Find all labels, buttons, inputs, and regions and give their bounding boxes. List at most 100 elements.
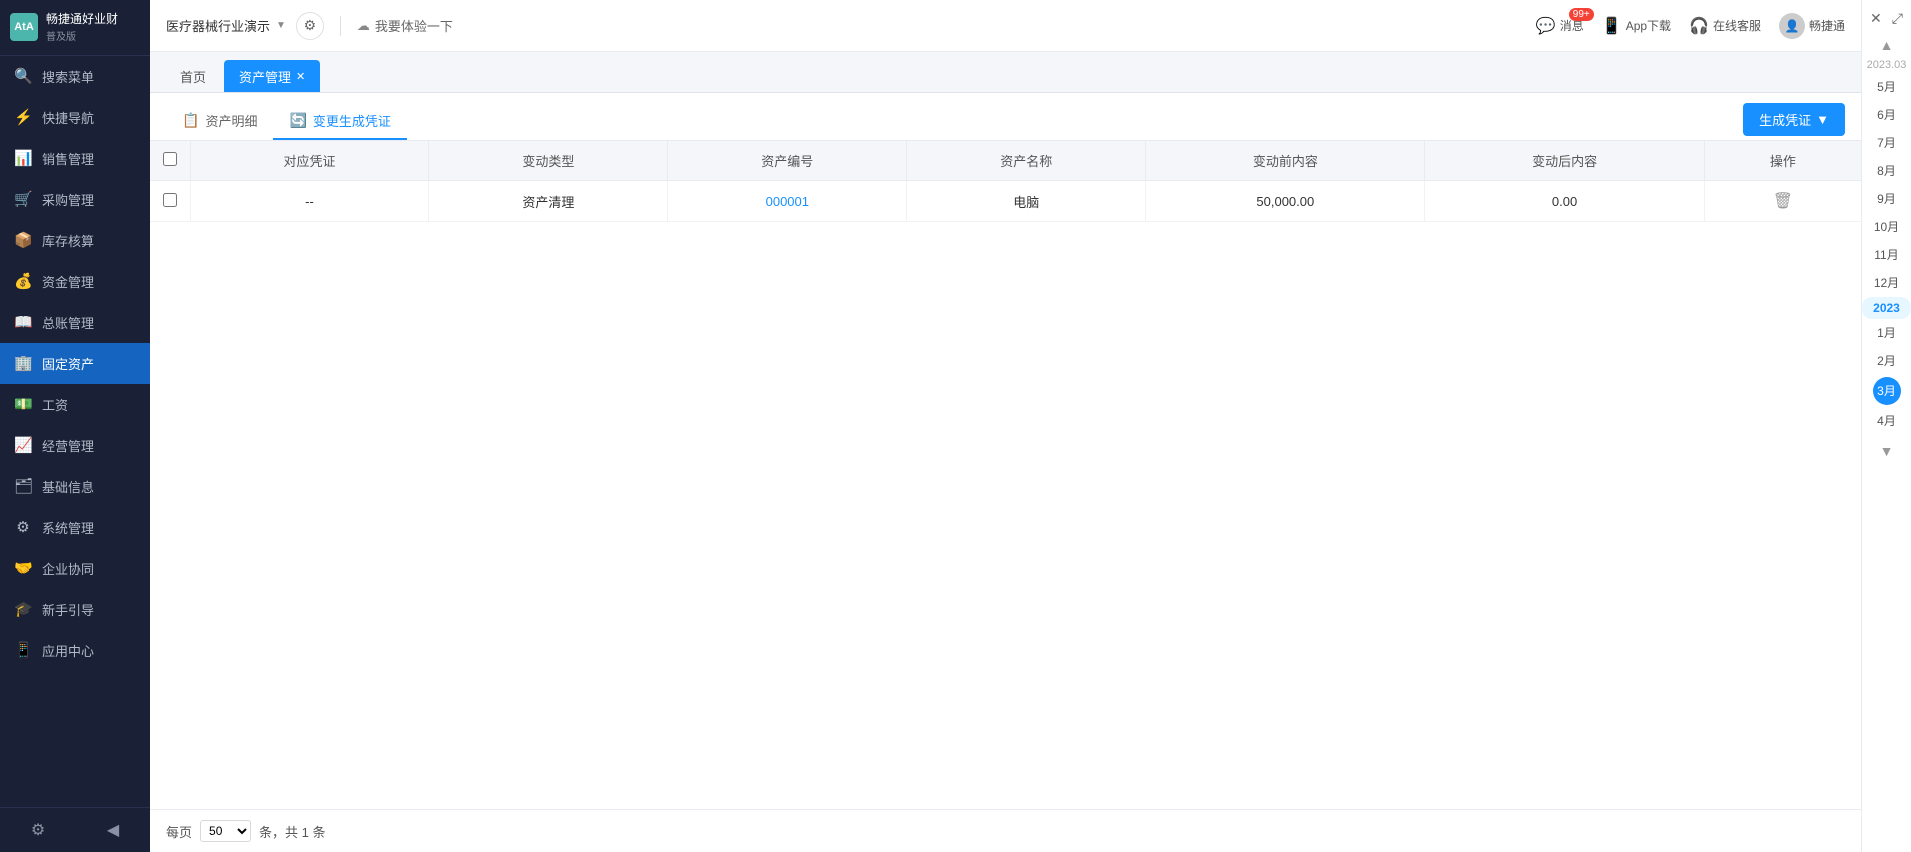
experience-link[interactable]: ☁ 我要体验一下 — [357, 16, 453, 35]
col-operation: 操作 — [1704, 141, 1861, 181]
col-before-change: 变动前内容 — [1146, 141, 1425, 181]
sidebar-item-fixed-assets[interactable]: 🏢固定资产 — [0, 343, 150, 384]
month-1[interactable]: 1月 — [1862, 319, 1911, 347]
tab-home[interactable]: 首页 — [166, 61, 220, 92]
online-service-btn[interactable]: 🎧 在线客服 — [1689, 16, 1761, 36]
month-4[interactable]: 4月 — [1862, 407, 1911, 435]
month-list: ▲ 2023.03 5月 6月 7月 8月 9月 10月 11月 12月 202… — [1862, 33, 1911, 852]
sidebar-item-purchase[interactable]: 🛒 采购管理 — [0, 179, 150, 220]
company-dropdown-icon: ▼ — [276, 20, 286, 31]
generate-voucher-btn[interactable]: 生成凭证 ▼ — [1743, 103, 1845, 136]
month-12[interactable]: 12月 — [1862, 269, 1911, 297]
sub-tabs: 📋 资产明细 🔄 变更生成凭证 — [150, 93, 1861, 141]
table-body: -- 资产清理 000001 电脑 50,000.00 0.00 🗑 — [150, 181, 1861, 222]
month-10[interactable]: 10月 — [1862, 213, 1911, 241]
sidebar-label-payroll: 工资 — [42, 395, 68, 414]
select-all-checkbox[interactable] — [163, 152, 177, 166]
collab-icon: 🤝 — [14, 559, 32, 577]
delete-icon[interactable]: 🗑 — [1773, 193, 1793, 210]
tab-home-label: 首页 — [180, 70, 206, 85]
topbar-settings-btn[interactable]: ⚙ — [296, 12, 324, 40]
sub-tab-asset-detail[interactable]: 📋 资产明细 — [166, 103, 273, 140]
action-area: 生成凭证 ▼ — [1743, 103, 1845, 136]
sidebar-item-finance[interactable]: 💰资金管理 — [0, 261, 150, 302]
sidebar-item-management[interactable]: 📈经营管理 — [0, 425, 150, 466]
scroll-down-arrow[interactable]: ▼ — [1876, 439, 1898, 463]
content-area: 📋 资产明细 🔄 变更生成凭证 生成凭证 ▼ — [150, 93, 1861, 852]
row-asset-code: 000001 — [668, 181, 907, 222]
month-7[interactable]: 7月 — [1862, 129, 1911, 157]
topbar: 医疗器械行业演示 ▼ ⚙ ☁ 我要体验一下 💬 消息 99+ 📱 App下载 🎧… — [150, 0, 1861, 52]
logo-name: 畅捷通好业财 — [46, 12, 118, 28]
tab-close-icon[interactable]: ✕ — [296, 70, 305, 83]
sidebar-item-payroll[interactable]: 💵工资 — [0, 384, 150, 425]
sidebar-label-fixed-assets: 固定资产 — [42, 354, 94, 373]
sidebar-item-app-center[interactable]: 📱应用中心 — [0, 630, 150, 671]
generate-voucher-label: 生成凭证 — [1759, 110, 1811, 129]
sidebar-item-basic-info[interactable]: 🗂基础信息 — [0, 466, 150, 507]
sidebar-label-search: 搜索菜单 — [42, 67, 94, 86]
rp-expand-icon[interactable]: ⤢ — [1890, 8, 1905, 29]
per-page-label: 每页 — [166, 822, 192, 841]
message-btn[interactable]: 💬 消息 99+ — [1536, 16, 1584, 36]
month-8[interactable]: 8月 — [1862, 157, 1911, 185]
change-voucher-label: 变更生成凭证 — [313, 111, 391, 130]
experience-label: 我要体验一下 — [375, 16, 453, 35]
month-9[interactable]: 9月 — [1862, 185, 1911, 213]
per-page-select[interactable]: 10 20 50 100 — [200, 820, 251, 842]
sub-tab-change-voucher[interactable]: 🔄 变更生成凭证 — [273, 103, 406, 140]
row-change-type: 资产清理 — [429, 181, 668, 222]
month-2[interactable]: 2月 — [1862, 347, 1911, 375]
sidebar-label-collab: 企业协同 — [42, 559, 94, 578]
system-icon: ⚙ — [14, 518, 32, 536]
sidebar-label-sales: 销售管理 — [42, 149, 94, 168]
app-download-btn[interactable]: 📱 App下载 — [1602, 16, 1671, 36]
row-checkbox-cell — [150, 181, 190, 222]
company-selector[interactable]: 医疗器械行业演示 ▼ — [166, 16, 286, 35]
topbar-divider — [340, 16, 341, 36]
logo-sub: 普及版 — [46, 28, 118, 43]
online-service-icon: 🎧 — [1689, 16, 1709, 36]
scroll-up-arrow[interactable]: ▲ — [1876, 33, 1898, 57]
tab-asset-mgmt-label: 资产管理 — [239, 67, 291, 86]
basic-info-icon: 🗂 — [14, 477, 32, 495]
rp-close-icon[interactable]: ✕ — [1868, 8, 1884, 29]
col-asset-name: 资产名称 — [907, 141, 1146, 181]
sidebar-collapse-icon[interactable]: ◀ — [99, 816, 127, 844]
sidebar-bottom: ⚙ ◀ — [0, 807, 150, 852]
right-panel: ✕ ⤢ ▲ 2023.03 5月 6月 7月 8月 9月 10月 11月 12月… — [1861, 0, 1911, 852]
asset-detail-icon: 📋 — [182, 112, 199, 129]
row-before-change: 50,000.00 — [1146, 181, 1425, 222]
online-service-label: 在线客服 — [1713, 17, 1761, 34]
col-checkbox — [150, 141, 190, 181]
month-6[interactable]: 6月 — [1862, 101, 1911, 129]
user-menu[interactable]: 👤 畅捷通 — [1779, 13, 1845, 39]
col-asset-code: 资产编号 — [668, 141, 907, 181]
tabs-bar: 首页 资产管理 ✕ — [150, 52, 1861, 93]
sidebar-item-system[interactable]: ⚙系统管理 — [0, 507, 150, 548]
sidebar-settings-icon[interactable]: ⚙ — [23, 816, 53, 844]
sidebar-label-quick-nav: 快捷导航 — [42, 108, 94, 127]
year-2023: 2023 — [1862, 297, 1911, 319]
month-3-current[interactable]: 3月 — [1873, 377, 1901, 405]
row-voucher: -- — [190, 181, 429, 222]
sidebar-label-purchase: 采购管理 — [42, 190, 94, 209]
tab-asset-mgmt[interactable]: 资产管理 ✕ — [224, 60, 320, 92]
row-checkbox[interactable] — [163, 193, 177, 207]
month-5[interactable]: 5月 — [1862, 73, 1911, 101]
sidebar-item-quick-nav[interactable]: ⚡快捷导航 — [0, 97, 150, 138]
purchase-icon: 🛒 — [14, 190, 32, 208]
experience-icon: ☁ — [357, 18, 370, 34]
month-11[interactable]: 11月 — [1862, 241, 1911, 269]
sidebar-item-inventory[interactable]: 📦库存核算 — [0, 220, 150, 261]
sidebar-label-guide: 新手引导 — [42, 600, 94, 619]
row-operation: 🗑 — [1704, 181, 1861, 222]
sidebar-item-collab[interactable]: 🤝 企业协同 — [0, 548, 150, 589]
year-header-prev: 2023.03 — [1867, 57, 1907, 73]
sidebar-item-ledger[interactable]: 📖总账管理 — [0, 302, 150, 343]
sidebar-item-sales[interactable]: 📊销售管理 — [0, 138, 150, 179]
generate-voucher-dropdown-icon: ▼ — [1816, 112, 1829, 127]
user-avatar: 👤 — [1779, 13, 1805, 39]
sidebar-item-search[interactable]: 🔍搜索菜单 — [0, 56, 150, 97]
sidebar-item-guide[interactable]: 🎓新手引导 — [0, 589, 150, 630]
